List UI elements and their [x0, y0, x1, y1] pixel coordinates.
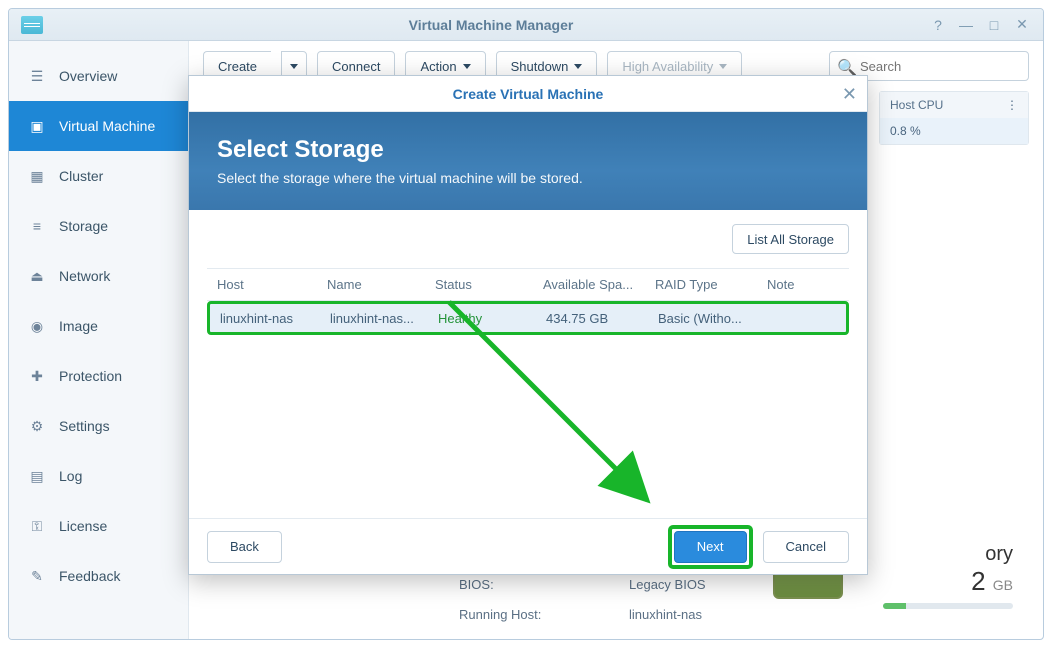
sidebar-item-label: Log — [59, 468, 82, 484]
key-icon: ⚿ — [27, 516, 47, 536]
dialog-hero: Select Storage Select the storage where … — [189, 112, 867, 210]
sidebar-item-label: Storage — [59, 218, 108, 234]
next-button[interactable]: Next — [674, 531, 747, 563]
sidebar-item-license[interactable]: ⚿ License — [9, 501, 188, 551]
sidebar-item-label: Settings — [59, 418, 110, 434]
sidebar-item-feedback[interactable]: ✎ Feedback — [9, 551, 188, 601]
sidebar-item-overview[interactable]: ☰ Overview — [9, 51, 188, 101]
cell-raid: Basic (Witho... — [648, 311, 760, 326]
list-all-storage-button[interactable]: List All Storage — [732, 224, 849, 254]
close-icon[interactable]: ✕ — [1013, 16, 1031, 34]
dialog-title: Create Virtual Machine — [453, 86, 604, 102]
col-status[interactable]: Status — [425, 277, 533, 292]
sidebar-item-settings[interactable]: ⚙ Settings — [9, 401, 188, 451]
sidebar-item-protection[interactable]: ✚ Protection — [9, 351, 188, 401]
sidebar-item-label: Protection — [59, 368, 122, 384]
back-button[interactable]: Back — [207, 531, 282, 563]
host-cpu-header: Host CPU ⋮ — [880, 92, 1028, 118]
create-vm-dialog: Create Virtual Machine ✕ Select Storage … — [188, 75, 868, 575]
table-header: Host Name Status Available Spa... RAID T… — [207, 269, 849, 301]
memory-title: ory — [883, 543, 1013, 566]
sidebar-item-label: Cluster — [59, 168, 103, 184]
annotation-arrow — [189, 210, 867, 518]
action-label: Action — [420, 59, 456, 74]
minimize-icon[interactable]: — — [957, 16, 975, 34]
memory-bar — [883, 603, 1013, 609]
table-row[interactable]: linuxhint-nas linuxhint-nas... Healthy 4… — [207, 301, 849, 335]
dialog-heading: Select Storage — [217, 136, 839, 164]
sidebar-item-label: Virtual Machine — [59, 118, 155, 134]
image-icon: ◉ — [27, 316, 47, 336]
col-space[interactable]: Available Spa... — [533, 277, 645, 292]
host-cpu-panel: Host CPU ⋮ 0.8 % — [879, 91, 1029, 145]
protection-icon: ✚ — [27, 366, 47, 386]
cell-space: 434.75 GB — [536, 311, 648, 326]
cell-status: Healthy — [428, 311, 536, 326]
chevron-down-icon — [290, 64, 298, 69]
dialog-titlebar: Create Virtual Machine ✕ — [189, 76, 867, 112]
ha-label: High Availability — [622, 59, 713, 74]
sidebar-item-log[interactable]: ▤ Log — [9, 451, 188, 501]
maximize-icon[interactable]: □ — [985, 16, 1003, 34]
titlebar: Virtual Machine Manager ? — □ ✕ — [9, 9, 1043, 41]
next-highlight: Next — [668, 525, 753, 569]
col-raid[interactable]: RAID Type — [645, 277, 757, 292]
window-controls: ? — □ ✕ — [929, 16, 1031, 34]
col-note[interactable]: Note — [757, 277, 849, 292]
dialog-subheading: Select the storage where the virtual mac… — [217, 170, 839, 186]
window-title: Virtual Machine Manager — [53, 17, 929, 33]
storage-icon: ≡ — [27, 216, 47, 236]
dialog-footer: Back Next Cancel — [189, 518, 867, 574]
help-icon[interactable]: ? — [929, 16, 947, 34]
bios-label: BIOS: — [459, 577, 629, 592]
col-host[interactable]: Host — [207, 277, 317, 292]
network-icon: ⏏ — [27, 266, 47, 286]
cell-host: linuxhint-nas — [210, 311, 320, 326]
host-cpu-value: 0.8 % — [880, 118, 1028, 144]
feedback-icon: ✎ — [27, 566, 47, 586]
chevron-down-icon — [719, 64, 727, 69]
detail-block: BIOS:Legacy BIOS Running Host:linuxhint-… — [459, 569, 706, 629]
cancel-button[interactable]: Cancel — [763, 531, 849, 563]
shutdown-label: Shutdown — [511, 59, 569, 74]
running-host-value: linuxhint-nas — [629, 607, 702, 622]
chevron-down-icon — [574, 64, 582, 69]
log-icon: ▤ — [27, 466, 47, 486]
bios-value: Legacy BIOS — [629, 577, 706, 592]
sidebar-item-network[interactable]: ⏏ Network — [9, 251, 188, 301]
dialog-content: List All Storage Host Name Status Availa… — [189, 210, 867, 518]
sidebar-item-image[interactable]: ◉ Image — [9, 301, 188, 351]
chevron-down-icon — [463, 64, 471, 69]
sidebar: ☰ Overview ▣ Virtual Machine ▦ Cluster ≡ Sto… — [9, 41, 189, 639]
app-icon — [21, 16, 43, 34]
sidebar-item-label: Image — [59, 318, 98, 334]
sidebar-item-virtual-machine[interactable]: ▣ Virtual Machine — [9, 101, 188, 151]
running-host-label: Running Host: — [459, 607, 629, 622]
memory-card: ory 2 GB — [883, 543, 1013, 609]
sidebar-item-label: Overview — [59, 68, 117, 84]
vm-icon: ▣ — [27, 116, 47, 136]
gear-icon: ⚙ — [27, 416, 47, 436]
sidebar-item-storage[interactable]: ≡ Storage — [9, 201, 188, 251]
memory-value: 2 GB — [883, 566, 1013, 597]
sidebar-item-label: Network — [59, 268, 110, 284]
col-name[interactable]: Name — [317, 277, 425, 292]
cell-name: linuxhint-nas... — [320, 311, 428, 326]
sidebar-item-label: License — [59, 518, 107, 534]
sidebar-item-label: Feedback — [59, 568, 120, 584]
storage-table: Host Name Status Available Spa... RAID T… — [207, 268, 849, 335]
sidebar-item-cluster[interactable]: ▦ Cluster — [9, 151, 188, 201]
menu-dots-icon[interactable]: ⋮ — [1006, 98, 1018, 112]
overview-icon: ☰ — [27, 66, 47, 86]
cluster-icon: ▦ — [27, 166, 47, 186]
host-cpu-label: Host CPU — [890, 98, 943, 112]
dialog-close-icon[interactable]: ✕ — [842, 84, 857, 105]
